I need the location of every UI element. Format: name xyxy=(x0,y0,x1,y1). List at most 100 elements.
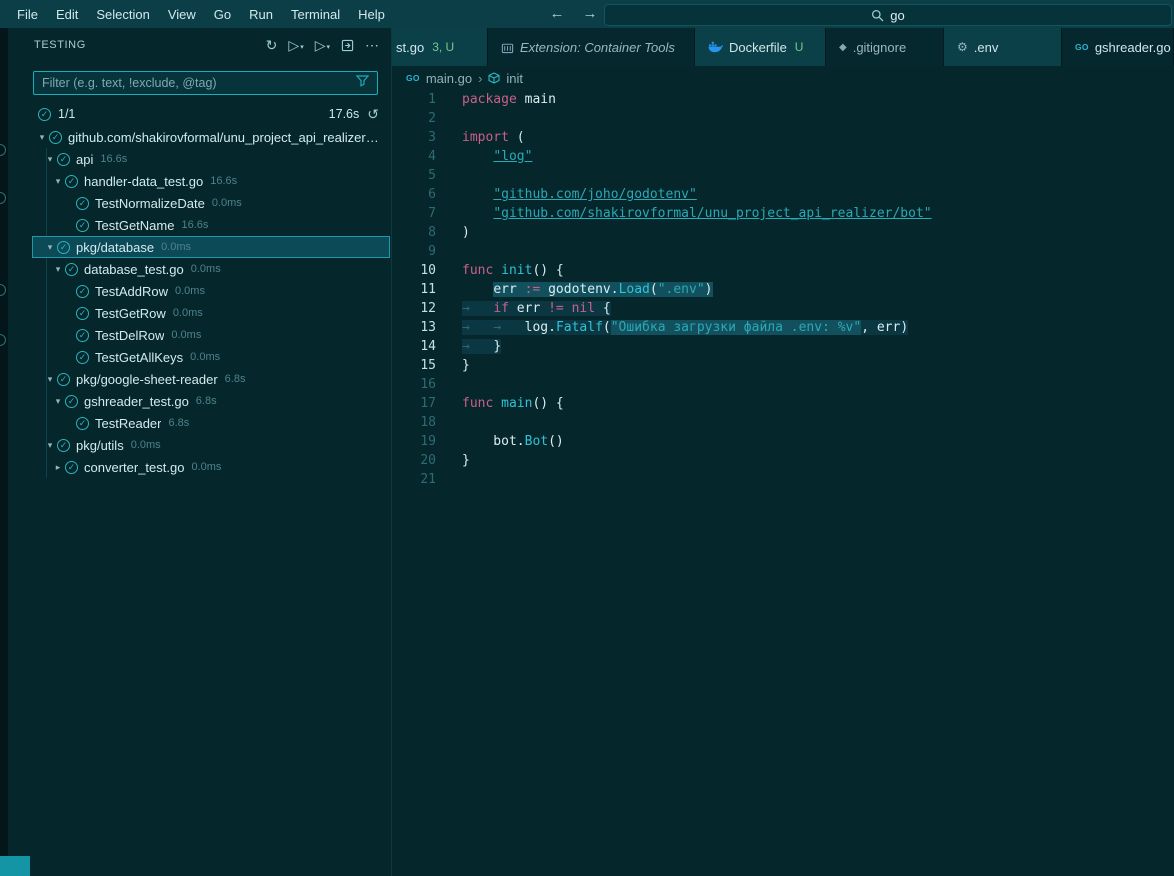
chevron-right-icon[interactable]: ▸ xyxy=(51,462,65,473)
title-bar: File Edit Selection View Go Run Terminal Help ←… xyxy=(0,0,1174,28)
test-pass-icon: ✓ xyxy=(76,284,89,298)
tab-env[interactable]: ⚙ .env xyxy=(944,28,1062,66)
test-item-label: TestDelRow xyxy=(95,327,165,343)
refresh-tests-icon[interactable]: ↻ xyxy=(266,38,278,52)
tab-gshreader[interactable]: GO gshreader.go xyxy=(1062,28,1174,66)
test-item-testnormalizedate[interactable]: ✓ TestNormalizeDate 0.0ms xyxy=(8,192,391,214)
chevron-down-icon[interactable]: ▾ xyxy=(51,176,65,187)
history-icon[interactable]: ↺ xyxy=(367,106,379,123)
menu-run[interactable]: Run xyxy=(240,7,282,22)
line-number: 19 xyxy=(420,434,436,449)
menu-view[interactable]: View xyxy=(159,7,205,22)
chevron-down-icon[interactable]: ▾ xyxy=(43,242,57,253)
test-item-pkg-utils[interactable]: ▾ ✓ pkg/utils 0.0ms xyxy=(8,434,391,456)
breadcrumb-symbol[interactable]: init xyxy=(506,71,523,86)
test-item-api[interactable]: ▾ ✓ api 16.6s xyxy=(8,148,391,170)
menu-help[interactable]: Help xyxy=(349,7,394,22)
code-line[interactable]: 18 xyxy=(392,413,1174,432)
line-number: 16 xyxy=(420,377,436,392)
code-text: bot.Bot() xyxy=(462,434,564,449)
filter-input[interactable]: Filter (e.g. text, !exclude, @tag) xyxy=(33,71,378,95)
debug-tests-button[interactable]: ▷ ▾ xyxy=(315,38,330,52)
code-text: → } xyxy=(462,339,502,354)
test-item-label: TestGetRow xyxy=(95,305,166,321)
test-item-label: handler-data_test.go xyxy=(84,173,204,189)
code-line[interactable]: 2 xyxy=(392,109,1174,128)
code-line[interactable]: 20} xyxy=(392,451,1174,470)
filter-icon[interactable] xyxy=(355,74,370,92)
command-center-search[interactable]: go xyxy=(604,4,1172,26)
code-line[interactable]: 7 "github.com/shakirovformal/unu_project… xyxy=(392,204,1174,223)
tab-dockerfile[interactable]: Dockerfile U xyxy=(695,28,826,66)
menu-terminal[interactable]: Terminal xyxy=(282,7,349,22)
code-line[interactable]: 11 err := godotenv.Load(".env") xyxy=(392,280,1174,299)
test-item-gshreader-test-go[interactable]: ▾ ✓ gshreader_test.go 6.8s xyxy=(8,390,391,412)
code-line[interactable]: 4 "log" xyxy=(392,147,1174,166)
menu-file[interactable]: File xyxy=(8,7,47,22)
container-tools-icon xyxy=(501,41,514,54)
test-duration: 0.0ms xyxy=(191,461,222,473)
code-line[interactable]: 21 xyxy=(392,470,1174,489)
test-pass-icon: ✓ xyxy=(57,372,70,386)
forward-icon[interactable]: → xyxy=(578,0,602,28)
code-line[interactable]: 17 func main() { xyxy=(392,394,1174,413)
tab-gitignore[interactable]: ◆ .gitignore xyxy=(826,28,944,66)
code-line[interactable]: 8) xyxy=(392,223,1174,242)
code-line[interactable]: 13 → → log.Fatalf("Ошибка загрузки файла … xyxy=(392,318,1174,337)
test-item-testgetname[interactable]: ✓ TestGetName 16.6s xyxy=(8,214,391,236)
test-item-label: TestGetAllKeys xyxy=(95,349,184,365)
chevron-right-icon: › xyxy=(478,70,483,86)
test-item-handler-data-test-go[interactable]: ▾ ✓ handler-data_test.go 16.6s xyxy=(8,170,391,192)
code-line[interactable]: 19 bot.Bot() xyxy=(392,432,1174,451)
activity-icon-fragment[interactable] xyxy=(0,284,6,296)
test-item-github-com-shakirovformal-unu-project-api-realizer[interactable]: ▾ ✓ github.com/shakirovformal/unu_project_… xyxy=(8,126,391,148)
chevron-down-icon[interactable]: ▾ xyxy=(43,440,57,451)
activity-icon-fragment[interactable] xyxy=(0,192,6,204)
code-line[interactable]: 15} xyxy=(392,356,1174,375)
test-item-pkg-database[interactable]: ▾ ✓ pkg/database 0.0ms xyxy=(8,236,391,258)
code-line[interactable]: 1 package main xyxy=(392,90,1174,109)
menu-go[interactable]: Go xyxy=(205,7,240,22)
chevron-down-icon[interactable]: ▾ xyxy=(43,374,57,385)
activity-icon-fragment[interactable] xyxy=(0,334,6,346)
symbol-namespace-icon xyxy=(488,72,500,84)
code-line[interactable]: 6 "github.com/joho/godotenv" xyxy=(392,185,1174,204)
breadcrumb-file[interactable]: main.go xyxy=(426,71,472,86)
menu-edit[interactable]: Edit xyxy=(47,7,87,22)
test-item-database-test-go[interactable]: ▾ ✓ database_test.go 0.0ms xyxy=(8,258,391,280)
code-line[interactable]: 14 → } xyxy=(392,337,1174,356)
code-line[interactable]: 5 xyxy=(392,166,1174,185)
tab-extension-container-tools[interactable]: Extension: Container Tools xyxy=(488,28,695,66)
more-actions-button[interactable]: ⋯ xyxy=(365,38,379,52)
code-text: → if err != nil { xyxy=(462,301,611,316)
code-line[interactable]: 9 xyxy=(392,242,1174,261)
test-item-testaddrow[interactable]: ✓ TestAddRow 0.0ms xyxy=(8,280,391,302)
test-pass-icon: ✓ xyxy=(65,394,78,408)
test-item-converter-test-go[interactable]: ▸ ✓ converter_test.go 0.0ms xyxy=(8,456,391,478)
test-item-testdelrow[interactable]: ✓ TestDelRow 0.0ms xyxy=(8,324,391,346)
code-line[interactable]: 16 xyxy=(392,375,1174,394)
test-results-summary: ✓ 1/1 17.6s ↺ xyxy=(38,104,379,124)
menu-selection[interactable]: Selection xyxy=(87,7,158,22)
code-text: "github.com/shakirovformal/unu_project_a… xyxy=(493,206,932,221)
open-test-output-button[interactable] xyxy=(341,39,354,52)
back-icon[interactable]: ← xyxy=(545,0,569,28)
test-item-testreader[interactable]: ✓ TestReader 6.8s xyxy=(8,412,391,434)
tab-handler-data-test[interactable]: st.go 3, U xyxy=(392,28,488,66)
activity-bar xyxy=(0,28,8,876)
chevron-down-icon[interactable]: ▾ xyxy=(35,132,49,143)
search-value: go xyxy=(890,7,905,23)
code-line[interactable]: 10 func init() { xyxy=(392,261,1174,280)
status-bar-fragment[interactable] xyxy=(0,856,30,876)
tab-badge: 3, U xyxy=(432,40,455,54)
code-line[interactable]: 12 → if err != nil { xyxy=(392,299,1174,318)
chevron-down-icon[interactable]: ▾ xyxy=(43,154,57,165)
test-item-testgetrow[interactable]: ✓ TestGetRow 0.0ms xyxy=(8,302,391,324)
test-item-pkg-google-sheet-reader[interactable]: ▾ ✓ pkg/google-sheet-reader 6.8s xyxy=(8,368,391,390)
chevron-down-icon[interactable]: ▾ xyxy=(51,396,65,407)
activity-icon-fragment[interactable] xyxy=(0,144,6,156)
code-line[interactable]: 3 import ( xyxy=(392,128,1174,147)
run-all-tests-button[interactable]: ▷ ▾ xyxy=(288,38,303,52)
chevron-down-icon[interactable]: ▾ xyxy=(51,264,65,275)
test-item-testgetallkeys[interactable]: ✓ TestGetAllKeys 0.0ms xyxy=(8,346,391,368)
